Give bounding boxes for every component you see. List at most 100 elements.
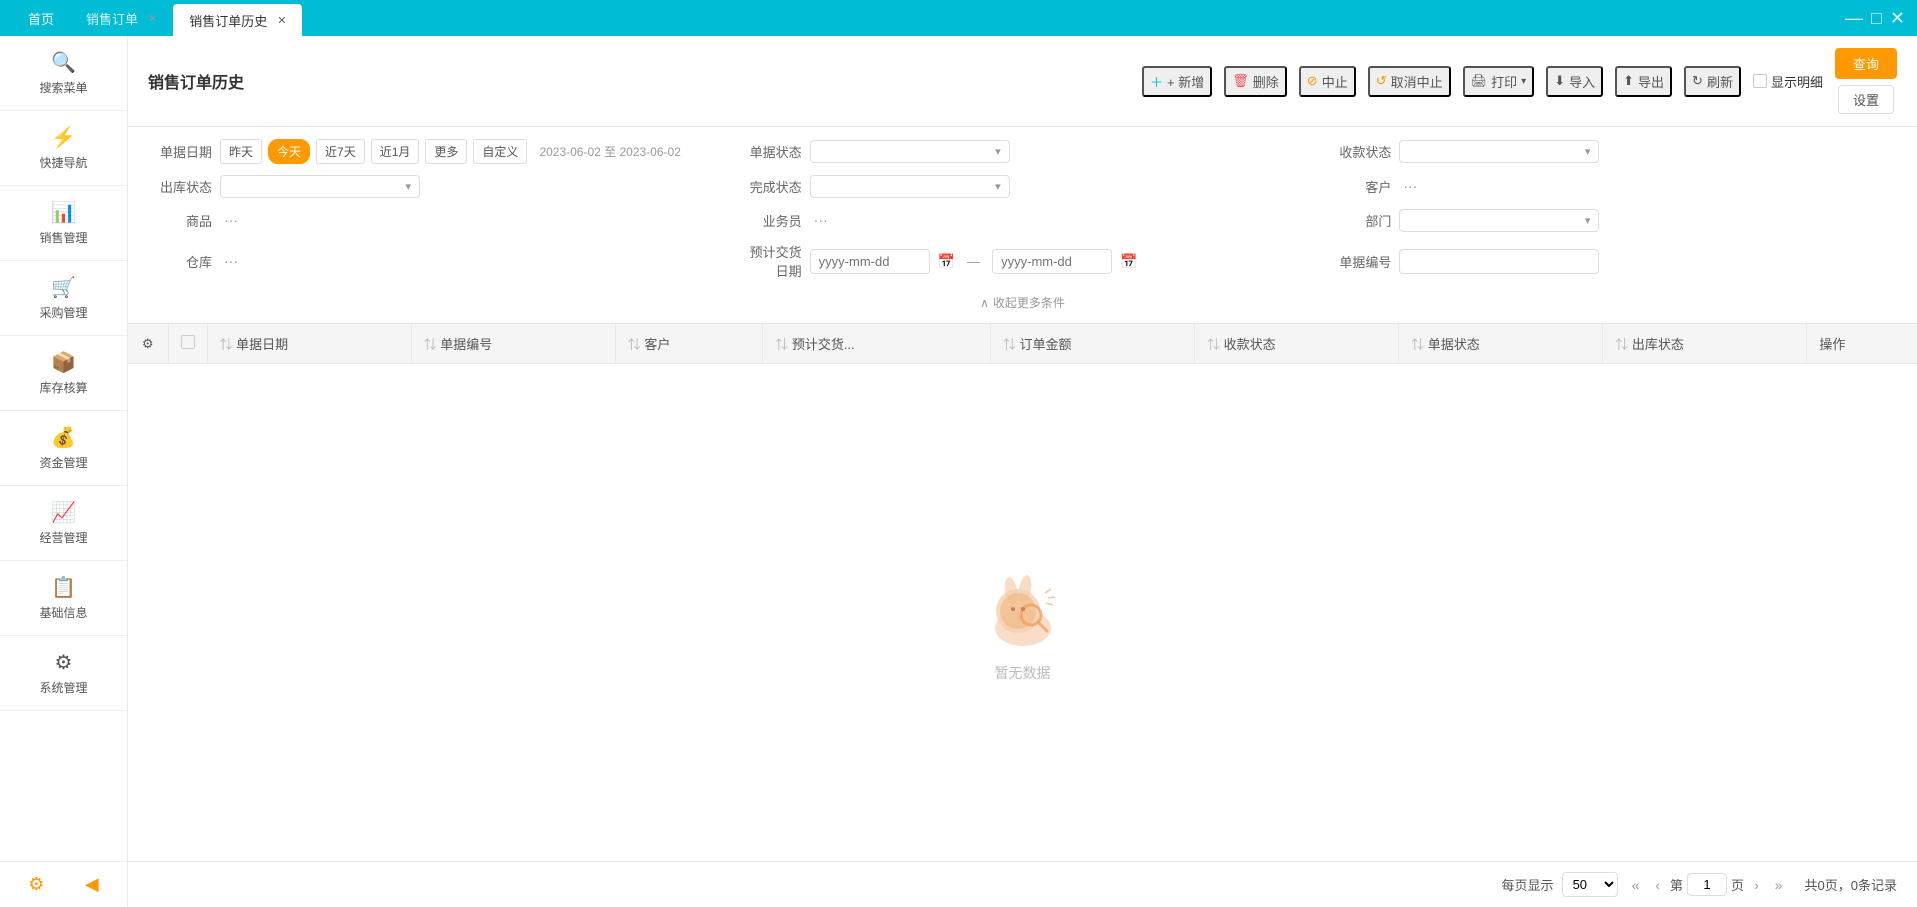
th-checkbox[interactable] — [168, 324, 207, 364]
tab-home[interactable]: 首页 — [12, 0, 70, 36]
goods-ellipsis-btn[interactable]: ··· — [220, 208, 242, 232]
date-btn-today[interactable]: 今天 — [268, 139, 310, 164]
order-no-input[interactable] — [1399, 249, 1599, 274]
stop-label: 中止 — [1322, 72, 1348, 91]
sales-person-ellipsis-btn[interactable]: ··· — [810, 208, 832, 232]
import-icon: ⬇ — [1554, 73, 1565, 89]
delivery-date-to-icon[interactable]: 📅 — [1120, 253, 1137, 270]
sidebar-item-base-info[interactable]: 📋 基础信息 — [0, 561, 127, 636]
customer-ellipsis-btn[interactable]: ··· — [1399, 174, 1421, 198]
page-last-btn[interactable]: » — [1769, 875, 1789, 895]
complete-status-select[interactable]: ▾ — [810, 175, 1010, 198]
warehouse-ellipsis-btn[interactable]: ··· — [220, 249, 242, 273]
th-customer-sort-icon: ⇅ — [628, 337, 641, 352]
date-btn-7days[interactable]: 近7天 — [316, 139, 365, 164]
filter-row-2: 出库状态 ▾ 完成状态 ▾ 客户 — [148, 174, 1897, 198]
date-btn-yesterday[interactable]: 昨天 — [220, 139, 262, 164]
th-out-stock-status[interactable]: ⇅ 出库状态 — [1603, 324, 1807, 364]
th-order-date[interactable]: ⇅ 单据日期 — [207, 324, 411, 364]
order-status-label: 单据状态 — [738, 142, 810, 161]
th-operation: 操作 — [1807, 324, 1917, 364]
th-order-no[interactable]: ⇅ 单据编号 — [411, 324, 615, 364]
select-all-checkbox[interactable] — [181, 335, 195, 349]
quick-nav-icon: ⚡ — [51, 125, 76, 150]
sidebar-item-search-menu-label: 搜索菜单 — [39, 79, 87, 96]
empty-state: 暂无数据 — [128, 364, 1917, 861]
purchase-mgmt-icon: 🛒 — [51, 275, 76, 300]
sidebar-item-system-mgmt[interactable]: ⚙ 系统管理 — [0, 636, 127, 711]
window-maximize-icon[interactable]: □ — [1871, 8, 1882, 29]
order-status-select[interactable]: ▾ — [810, 140, 1010, 163]
page-number-input[interactable] — [1687, 873, 1727, 896]
import-btn[interactable]: ⬇ 导入 — [1546, 66, 1603, 97]
settings-gear-icon[interactable]: ⚙ — [142, 336, 154, 351]
delivery-date-from[interactable] — [810, 249, 930, 274]
tab-sales-order-history-label: 销售订单历史 — [189, 11, 267, 30]
settings-btn[interactable]: 设置 — [1838, 85, 1894, 114]
page-first-btn[interactable]: « — [1626, 875, 1646, 895]
delivery-date-from-icon[interactable]: 📅 — [938, 253, 955, 270]
tab-sales-order-history-close[interactable]: ✕ — [277, 14, 286, 27]
pagination-bar: 每页显示 50 100 200 « ‹ 第 页 › » 共0页，0条记录 — [128, 861, 1917, 907]
window-minimize-icon[interactable]: — — [1845, 8, 1863, 29]
filter-section: 单据日期 昨天 今天 近7天 近1月 更多 自定义 2023-06-02 至 2… — [128, 127, 1917, 324]
delete-btn[interactable]: 🗑 删除 — [1224, 66, 1287, 97]
cancel-stop-icon: ↺ — [1376, 73, 1387, 89]
sidebar-item-operation[interactable]: 📈 经营管理 — [0, 486, 127, 561]
out-stock-arrow-icon: ▾ — [405, 180, 411, 193]
page-label: 第 — [1670, 875, 1683, 894]
new-btn[interactable]: ＋ + 新增 — [1142, 66, 1212, 97]
window-close-icon[interactable]: ✕ — [1890, 8, 1905, 29]
th-delivery-date[interactable]: ⇅ 预计交货... — [763, 324, 991, 364]
per-page-select[interactable]: 50 100 200 — [1562, 872, 1618, 897]
sidebar-item-quick-nav[interactable]: ⚡ 快捷导航 — [0, 111, 127, 186]
th-order-amount[interactable]: ⇅ 订单金额 — [990, 324, 1194, 364]
sidebar-collapse-icon[interactable]: ◀ — [85, 874, 99, 895]
tab-sales-order-close[interactable]: ✕ — [148, 12, 157, 25]
dept-select[interactable]: ▾ — [1399, 209, 1599, 232]
out-stock-select[interactable]: ▾ — [220, 175, 420, 198]
sidebar-item-sales-mgmt[interactable]: 📊 销售管理 — [0, 186, 127, 261]
stop-btn[interactable]: ⊘ 中止 — [1299, 66, 1356, 97]
sidebar-settings-icon[interactable]: ⚙ — [28, 874, 44, 895]
tab-sales-order[interactable]: 销售订单 ✕ — [70, 0, 173, 36]
sidebar-item-quick-nav-label: 快捷导航 — [39, 154, 87, 171]
complete-status-label: 完成状态 — [738, 177, 810, 196]
pagination-nav: « ‹ 第 页 › » — [1626, 873, 1789, 896]
new-icon: ＋ — [1150, 72, 1163, 91]
sidebar-item-finance[interactable]: 💰 资金管理 — [0, 411, 127, 486]
receipt-status-select[interactable]: ▾ — [1399, 140, 1599, 163]
cancel-stop-btn[interactable]: ↺ 取消中止 — [1368, 66, 1451, 97]
th-customer[interactable]: ⇅ 客户 — [615, 324, 762, 364]
sales-person-label: 业务员 — [738, 211, 810, 230]
refresh-btn[interactable]: ↻ 刷新 — [1684, 66, 1741, 97]
page-prev-btn[interactable]: ‹ — [1649, 875, 1666, 895]
goods-control: ··· — [220, 208, 718, 232]
dept-arrow-icon: ▾ — [1585, 214, 1591, 227]
print-btn[interactable]: 🖨 打印 ▾ — [1463, 66, 1535, 97]
th-receipt-status[interactable]: ⇅ 收款状态 — [1195, 324, 1399, 364]
sidebar-item-operation-label: 经营管理 — [39, 529, 87, 546]
display-col-checkbox[interactable] — [1753, 74, 1767, 88]
sidebar-item-search-menu[interactable]: 🔍 搜索菜单 — [0, 36, 127, 111]
delivery-date-to[interactable] — [992, 249, 1112, 274]
complete-status-control: ▾ — [810, 175, 1308, 198]
sidebar-item-inventory[interactable]: 📦 库存核算 — [0, 336, 127, 411]
date-btn-more[interactable]: 更多 — [425, 139, 467, 164]
collapse-bar[interactable]: ∧ 收起更多条件 — [148, 290, 1897, 319]
sidebar-item-purchase-mgmt[interactable]: 🛒 采购管理 — [0, 261, 127, 336]
th-delivery-date-label: 预计交货... — [792, 337, 855, 352]
delete-icon: 🗑 — [1232, 73, 1249, 89]
system-mgmt-icon: ⚙ — [55, 650, 73, 675]
collapse-label: 收起更多条件 — [993, 294, 1065, 311]
export-btn[interactable]: ⬆ 导出 — [1615, 66, 1672, 97]
date-btn-custom[interactable]: 自定义 — [473, 139, 527, 164]
receipt-status-control: ▾ — [1399, 140, 1897, 163]
page-next-btn[interactable]: › — [1748, 875, 1765, 895]
tab-sales-order-history[interactable]: 销售订单历史 ✕ — [173, 4, 302, 36]
date-btn-1month[interactable]: 近1月 — [371, 139, 420, 164]
warehouse-label: 仓库 — [148, 252, 220, 271]
th-settings[interactable]: ⚙ — [128, 324, 168, 364]
query-btn[interactable]: 查询 — [1835, 48, 1897, 79]
th-order-status[interactable]: ⇅ 单据状态 — [1399, 324, 1603, 364]
